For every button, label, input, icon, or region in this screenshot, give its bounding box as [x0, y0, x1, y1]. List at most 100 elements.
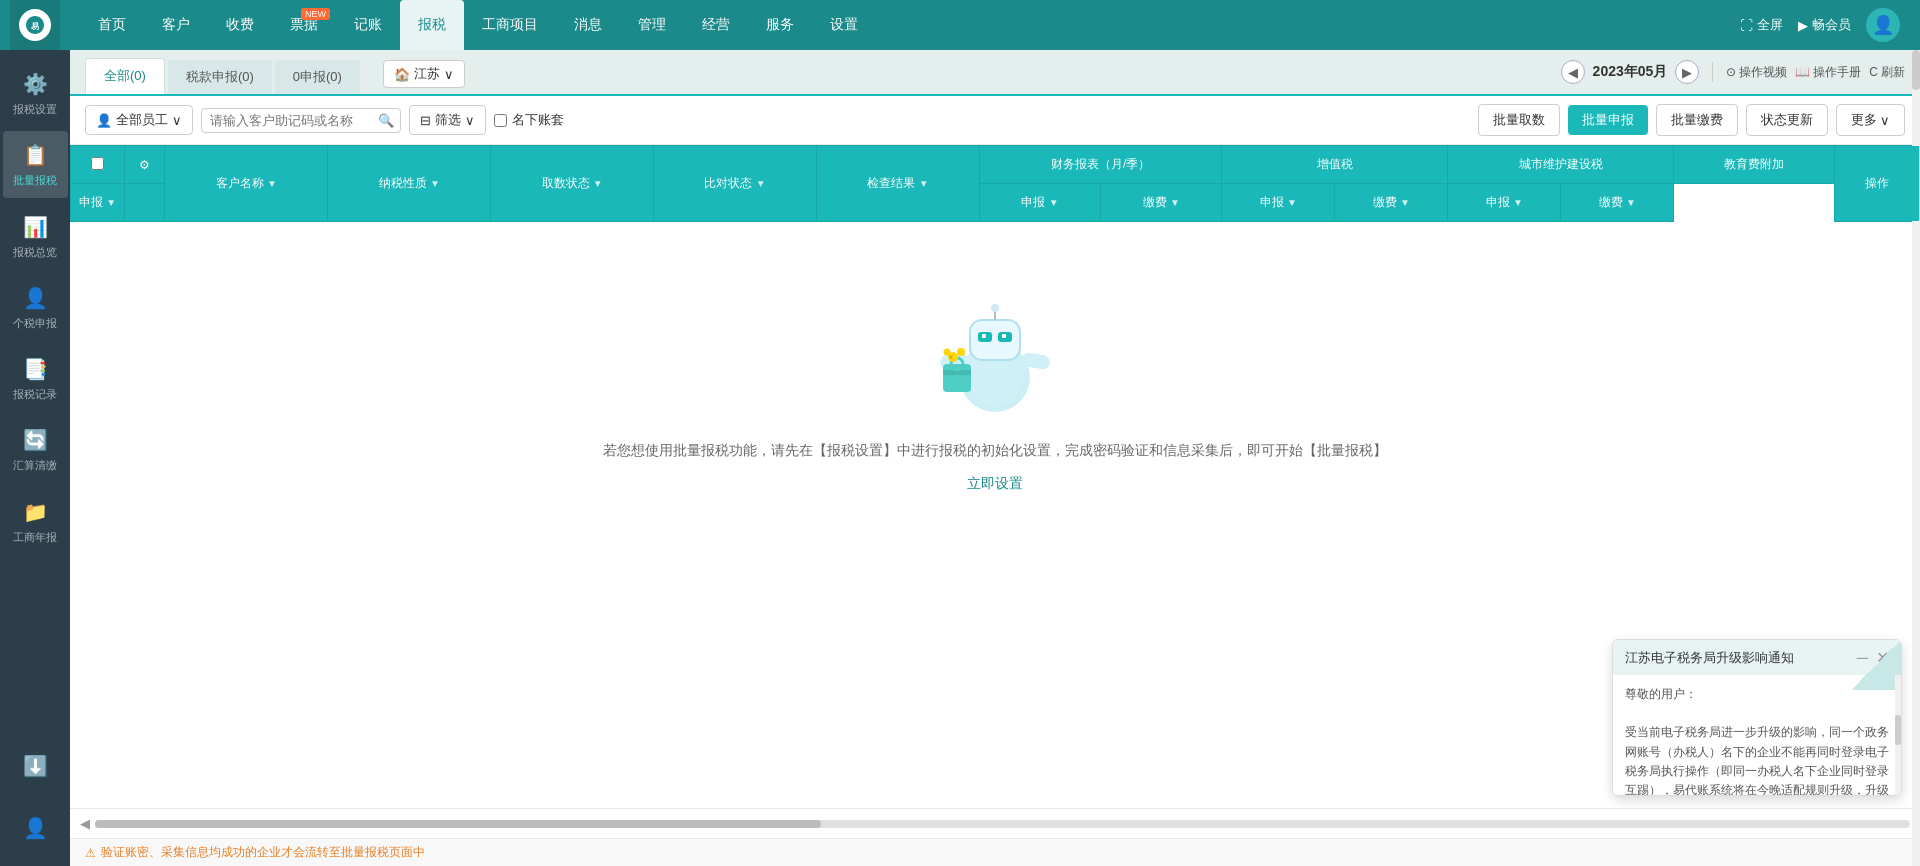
tab-zero-declare[interactable]: 0申报(0): [275, 60, 360, 94]
check-result-header[interactable]: 检查结果 ▼: [817, 146, 980, 222]
nav-accounting[interactable]: 记账: [336, 0, 400, 50]
search-icon: 🔍: [378, 113, 394, 128]
region-selector[interactable]: 🏠 江苏 ∨: [383, 60, 465, 88]
tax-overview-icon: 📊: [21, 213, 49, 241]
svg-rect-11: [943, 364, 971, 392]
settings-icon: ⚙: [139, 158, 150, 172]
more-button[interactable]: 更多 ∨: [1836, 104, 1905, 136]
manual-button[interactable]: 📖 操作手册: [1795, 64, 1861, 81]
setup-link[interactable]: 立即设置: [967, 475, 1023, 493]
nav-business[interactable]: 工商项目: [464, 0, 556, 50]
select-all-checkbox[interactable]: [91, 157, 104, 170]
fullscreen-button[interactable]: ⛶ 全屏: [1740, 16, 1783, 34]
svg-point-8: [991, 304, 999, 312]
empty-message: 若您想使用批量报税功能，请先在【报税设置】中进行报税的初始化设置，完成密码验证和…: [603, 442, 1387, 460]
tab-tax-declare[interactable]: 税款申报(0): [168, 60, 272, 94]
refresh-button[interactable]: C 刷新: [1869, 64, 1905, 81]
edu-declare-sub[interactable]: 申报 ▼: [1448, 184, 1561, 222]
operation-header: 操作: [1834, 146, 1919, 222]
chevron-down-icon: ∨: [444, 67, 454, 82]
financial-report-header: 财务报表（月/季）: [980, 146, 1222, 184]
nav-tax[interactable]: 报税: [400, 0, 464, 50]
vat-header: 增值税: [1222, 146, 1448, 184]
video-tutorial-button[interactable]: ⊙ 操作视频: [1726, 64, 1787, 81]
scroll-left-arrow[interactable]: ◀: [80, 816, 90, 831]
city-declare-sub[interactable]: 申报 ▼: [1222, 184, 1335, 222]
empty-state: ¥ 若您想使用批量报税功能，请先在【报税设置】中进行报税的初始化设置，完成密码验…: [71, 222, 1920, 553]
status-bar: ⚠ 验证账密、采集信息均成功的企业才会流转至批量报税页面中: [70, 838, 1920, 866]
toolbar: 👤 全部员工 ∨ 🔍 ⊟ 筛选 ∨ 名下账套 批量取数 批量申报 批量缴费: [70, 96, 1920, 145]
top-right-controls: ⛶ 全屏 ▶ 畅会员 👤: [1740, 8, 1900, 42]
nav-service[interactable]: 服务: [748, 0, 812, 50]
nav-home[interactable]: 首页: [80, 0, 144, 50]
employee-selector[interactable]: 👤 全部员工 ∨: [85, 105, 193, 135]
svg-rect-6: [1002, 334, 1006, 338]
notification-body: 尊敬的用户： 受当前电子税务局进一步升级的影响，同一个政务网账号（办税人）名下的…: [1613, 675, 1901, 795]
tax-nature-header[interactable]: 纳税性质 ▼: [328, 146, 491, 222]
sidebar-item-tax-records[interactable]: 📑 报税记录: [3, 345, 68, 411]
nav-message[interactable]: 消息: [556, 0, 620, 50]
nav-manage[interactable]: 管理: [620, 0, 684, 50]
popup-scroll-thumb: [1895, 715, 1901, 745]
city-pay-sub[interactable]: 缴费 ▼: [1335, 184, 1448, 222]
more-chevron-icon: ∨: [1880, 113, 1890, 128]
annual-report-icon: 📁: [21, 498, 49, 526]
nav-settings[interactable]: 设置: [812, 0, 876, 50]
notification-popup: 江苏电子税务局升级影响通知 ─ ✕ 尊敬的用户： 受当前电子税务局进一步升级的影…: [1612, 639, 1902, 796]
customer-name-header[interactable]: 客户名称 ▼: [165, 146, 328, 222]
prev-period-button[interactable]: ◀: [1561, 60, 1585, 84]
download-icon: ⬇️: [21, 752, 49, 780]
new-badge: NEW: [301, 8, 330, 20]
sidebar-item-personal-tax[interactable]: 👤 个税申报: [3, 274, 68, 340]
vip-button[interactable]: ▶ 畅会员: [1798, 16, 1851, 34]
warning-icon: ⚠: [85, 846, 96, 860]
batch-report-button[interactable]: 批量申报: [1568, 105, 1648, 135]
sidebar-item-annual-report[interactable]: 📁 工商年报: [3, 488, 68, 554]
svg-rect-2: [970, 320, 1020, 360]
nav-operation[interactable]: 经营: [684, 0, 748, 50]
tax-settings-icon: ⚙️: [21, 70, 49, 98]
sidebar-label-tax-records: 报税记录: [13, 387, 57, 401]
edu-pay-sub[interactable]: 缴费 ▼: [1561, 184, 1674, 222]
fin-report-empty-sub: [125, 184, 165, 222]
sidebar-label-personal-tax: 个税申报: [13, 316, 57, 330]
help-icon: 👤: [21, 814, 49, 842]
sidebar-label-annual-report: 工商年报: [13, 530, 57, 544]
sidebar-item-tax-overview[interactable]: 📊 报税总览: [3, 203, 68, 269]
vat-pay-sub[interactable]: 缴费 ▼: [1101, 184, 1222, 222]
sidebar-item-download[interactable]: ⬇️: [3, 742, 68, 794]
batch-pay-button[interactable]: 批量缴费: [1656, 104, 1738, 136]
nav-customer[interactable]: 客户: [144, 0, 208, 50]
status-message: 验证账密、采集信息均成功的企业才会流转至批量报税页面中: [101, 844, 425, 861]
fetch-status-header[interactable]: 取数状态 ▼: [491, 146, 654, 222]
user-avatar[interactable]: 👤: [1866, 8, 1900, 42]
sidebar-label-settlement: 汇算清缴: [13, 458, 57, 472]
sidebar-item-batch-tax[interactable]: 📋 批量报税: [3, 131, 68, 197]
nav-invoice[interactable]: 票据 NEW: [272, 0, 336, 50]
scroll-track[interactable]: [95, 820, 1910, 828]
tab-all[interactable]: 全部(0): [85, 58, 165, 94]
scrollbar-thumb: [1912, 50, 1920, 90]
vat-declare-sub[interactable]: 申报 ▼: [980, 184, 1101, 222]
period-display: 2023年05月: [1593, 63, 1668, 81]
status-update-button[interactable]: 状态更新: [1746, 104, 1828, 136]
sidebar-item-tax-settings[interactable]: ⚙️ 报税设置: [3, 60, 68, 126]
education-fee-header: 教育费附加: [1674, 146, 1834, 184]
logo-area: 易: [10, 0, 60, 50]
fin-report-declare-sub[interactable]: 申报 ▼: [71, 184, 125, 222]
nav-billing[interactable]: 收费: [208, 0, 272, 50]
checkbox-accounts[interactable]: 名下账套: [494, 111, 564, 129]
accounts-checkbox[interactable]: [494, 114, 507, 127]
search-input[interactable]: [210, 113, 378, 128]
filter-button[interactable]: ⊟ 筛选 ∨: [409, 105, 486, 135]
data-table: ⚙ 客户名称 ▼ 纳税性质 ▼ 取数状态 ▼ 比对状态 ▼: [70, 145, 1920, 553]
toolbar-right: 批量取数 批量申报 批量缴费 状态更新 更多 ∨: [1478, 104, 1905, 136]
video-icon: ⊙: [1726, 65, 1736, 79]
compare-status-header[interactable]: 比对状态 ▼: [654, 146, 817, 222]
sidebar-item-help[interactable]: 👤: [3, 804, 68, 856]
batch-fetch-button[interactable]: 批量取数: [1478, 104, 1560, 136]
logo-icon: 易: [19, 9, 51, 41]
popup-scrollbar: [1895, 675, 1901, 795]
sidebar-item-settlement[interactable]: 🔄 汇算清缴: [3, 416, 68, 482]
next-period-button[interactable]: ▶: [1675, 60, 1699, 84]
